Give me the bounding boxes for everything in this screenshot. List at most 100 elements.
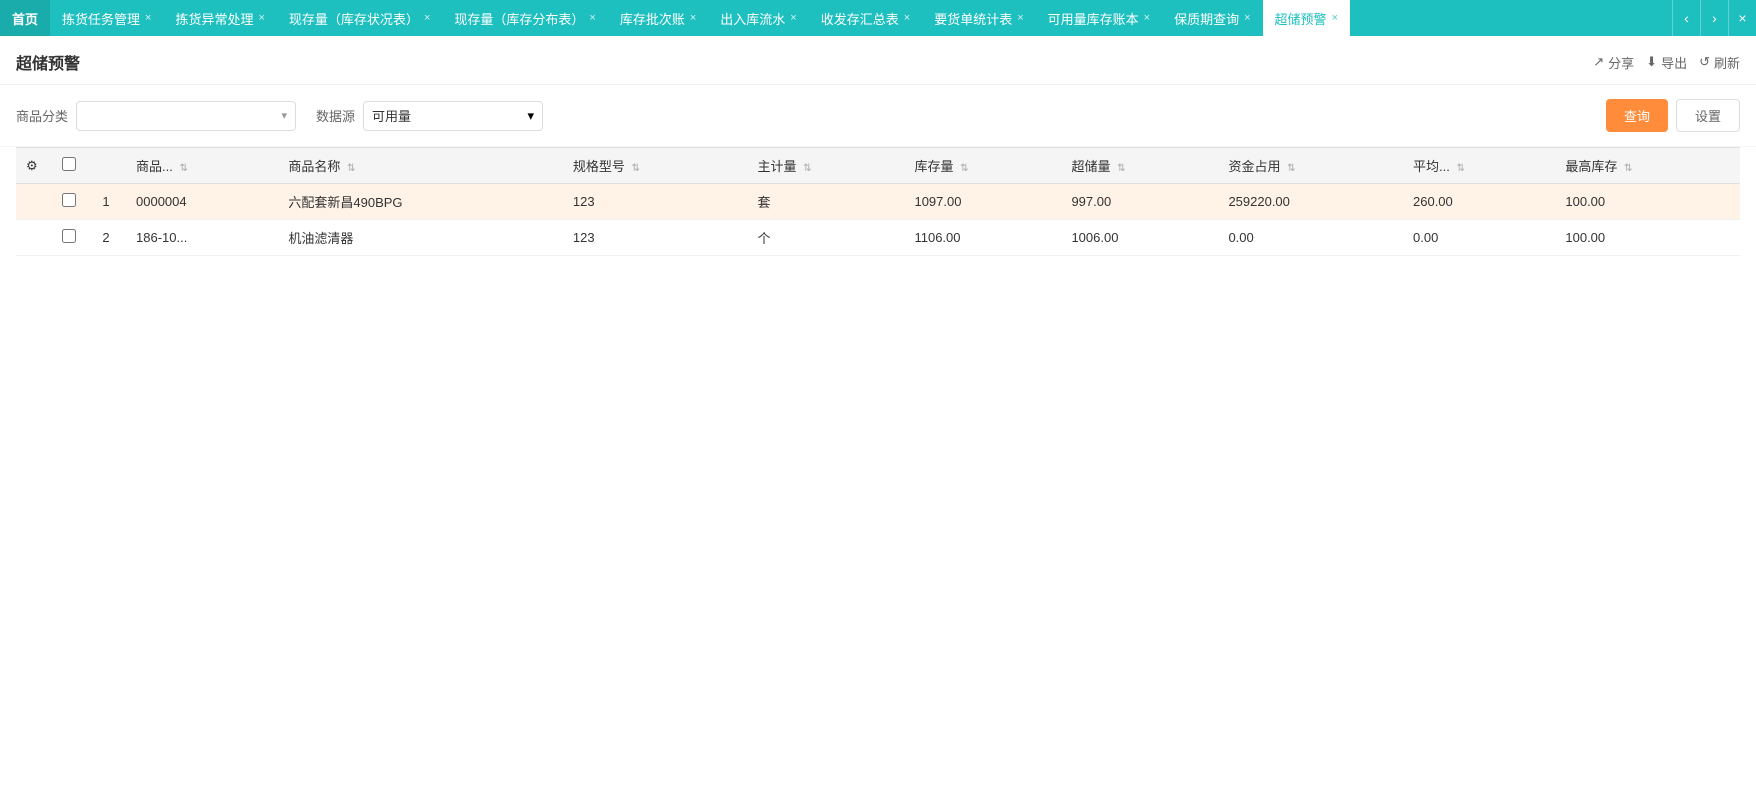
filter-actions: 查询 设置	[1606, 99, 1740, 132]
row-code-1: 186-10...	[126, 220, 278, 256]
table-row: 1 0000004 六配套新昌490BPG 123 套 1097.00 997.…	[16, 184, 1740, 220]
row-over-0: 997.00	[1061, 184, 1218, 220]
sort-stock-icon: ⇅	[960, 163, 968, 174]
col-settings: ⚙	[16, 148, 52, 184]
sort-over-icon: ⇅	[1117, 163, 1125, 174]
col-rownum	[86, 148, 126, 184]
category-select[interactable]: ▾	[76, 101, 296, 131]
col-avg[interactable]: 平均... ⇅	[1403, 148, 1555, 184]
row-settings-1	[16, 220, 52, 256]
category-label: 商品分类	[16, 106, 68, 125]
col-stock[interactable]: 库存量 ⇅	[904, 148, 1061, 184]
nav-close-summary[interactable]: ×	[904, 12, 910, 24]
row-settings-0	[16, 184, 52, 220]
nav-item-avail[interactable]: 可用量库存账本 ×	[1036, 0, 1162, 36]
sort-code-icon: ⇅	[179, 163, 187, 174]
nav-item-home[interactable]: 首页	[0, 0, 50, 36]
settings-icon[interactable]: ⚙	[26, 158, 38, 173]
nav-close-exception[interactable]: ×	[258, 12, 264, 24]
export-action[interactable]: ⬇ 导出	[1646, 53, 1687, 72]
settings-button[interactable]: 设置	[1676, 99, 1740, 132]
col-spec[interactable]: 规格型号 ⇅	[563, 148, 748, 184]
row-name-0: 六配套新昌490BPG	[278, 184, 563, 220]
table-header: ⚙ 商品... ⇅ 商品名称 ⇅ 规格型号 ⇅ 主计量 ⇅ 库存量 ⇅ 超储量 …	[16, 148, 1740, 184]
row-avg-0: 260.00	[1403, 184, 1555, 220]
row-unit-0: 套	[747, 184, 904, 220]
nav-item-inventory-dist[interactable]: 现存量（库存分布表） ×	[442, 0, 607, 36]
select-all-checkbox[interactable]	[62, 157, 76, 171]
sort-unit-icon: ⇅	[803, 163, 811, 174]
row-stock-1: 1106.00	[904, 220, 1061, 256]
row-over-1: 1006.00	[1061, 220, 1218, 256]
nav-close-batch[interactable]: ×	[690, 12, 696, 24]
row-checkbox-cell-0	[52, 184, 86, 220]
row-num-1: 2	[86, 220, 126, 256]
nav-close-inventory-dist[interactable]: ×	[589, 12, 595, 24]
page-title: 超储预警	[16, 50, 80, 74]
table-row: 2 186-10... 机油滤清器 123 个 1106.00 1006.00 …	[16, 220, 1740, 256]
nav-arrow-close[interactable]: ×	[1728, 0, 1756, 36]
nav-close-inventory-status[interactable]: ×	[424, 12, 430, 24]
row-checkbox-1[interactable]	[62, 229, 76, 243]
nav-item-inventory-status[interactable]: 现存量（库存状况表） ×	[277, 0, 442, 36]
col-capital[interactable]: 资金占用 ⇅	[1218, 148, 1403, 184]
row-capital-0: 259220.00	[1218, 184, 1403, 220]
row-checkbox-cell-1	[52, 220, 86, 256]
page-header: 超储预警 ↗ 分享 ⬇ 导出 ↺ 刷新	[0, 36, 1756, 85]
datasource-label: 数据源	[316, 106, 355, 125]
col-name[interactable]: 商品名称 ⇅	[278, 148, 563, 184]
row-max-0: 100.00	[1555, 184, 1740, 220]
share-label: 分享	[1608, 53, 1634, 72]
nav-item-summary[interactable]: 收发存汇总表 ×	[809, 0, 922, 36]
nav-close-overstock[interactable]: ×	[1332, 12, 1338, 24]
nav-item-inout[interactable]: 出入库流水 ×	[708, 0, 808, 36]
row-max-1: 100.00	[1555, 220, 1740, 256]
row-unit-1: 个	[747, 220, 904, 256]
row-avg-1: 0.00	[1403, 220, 1555, 256]
nav-item-task[interactable]: 拣货任务管理 ×	[50, 0, 163, 36]
share-action[interactable]: ↗ 分享	[1593, 53, 1634, 72]
nav-arrow-left[interactable]: ‹	[1672, 0, 1700, 36]
row-stock-0: 1097.00	[904, 184, 1061, 220]
sort-name-icon: ⇅	[347, 163, 355, 174]
col-over[interactable]: 超储量 ⇅	[1061, 148, 1218, 184]
row-name-1: 机油滤清器	[278, 220, 563, 256]
page-content: 超储预警 ↗ 分享 ⬇ 导出 ↺ 刷新 商品分类 ▾ 数据源	[0, 36, 1756, 800]
header-actions: ↗ 分享 ⬇ 导出 ↺ 刷新	[1593, 53, 1740, 72]
query-button[interactable]: 查询	[1606, 99, 1668, 132]
nav-item-expiry[interactable]: 保质期查询 ×	[1162, 0, 1262, 36]
nav-close-expiry[interactable]: ×	[1244, 12, 1250, 24]
category-arrow-icon: ▾	[281, 109, 287, 122]
nav-item-batch[interactable]: 库存批次账 ×	[608, 0, 708, 36]
nav-item-overstock[interactable]: 超储预警 ×	[1263, 0, 1350, 36]
datasource-filter: 数据源 可用量 ▾	[316, 101, 543, 131]
row-spec-1: 123	[563, 220, 748, 256]
header-row: ⚙ 商品... ⇅ 商品名称 ⇅ 规格型号 ⇅ 主计量 ⇅ 库存量 ⇅ 超储量 …	[16, 148, 1740, 184]
col-unit[interactable]: 主计量 ⇅	[747, 148, 904, 184]
nav-arrow-right[interactable]: ›	[1700, 0, 1728, 36]
col-code[interactable]: 商品... ⇅	[126, 148, 278, 184]
category-filter: 商品分类 ▾	[16, 101, 296, 131]
row-capital-1: 0.00	[1218, 220, 1403, 256]
refresh-action[interactable]: ↺ 刷新	[1699, 53, 1740, 72]
row-code-0: 0000004	[126, 184, 278, 220]
nav-item-order-stat[interactable]: 要货单统计表 ×	[922, 0, 1035, 36]
nav-close-task[interactable]: ×	[145, 12, 151, 24]
data-table: ⚙ 商品... ⇅ 商品名称 ⇅ 规格型号 ⇅ 主计量 ⇅ 库存量 ⇅ 超储量 …	[16, 147, 1740, 256]
row-spec-0: 123	[563, 184, 748, 220]
share-icon: ↗	[1593, 54, 1604, 70]
nav-item-exception[interactable]: 拣货异常处理 ×	[163, 0, 276, 36]
col-max[interactable]: 最高库存 ⇅	[1555, 148, 1740, 184]
sort-spec-icon: ⇅	[632, 163, 640, 174]
filter-area: 商品分类 ▾ 数据源 可用量 ▾ 查询 设置	[0, 85, 1756, 147]
nav-close-inout[interactable]: ×	[790, 12, 796, 24]
row-checkbox-0[interactable]	[62, 193, 76, 207]
table-area: ⚙ 商品... ⇅ 商品名称 ⇅ 规格型号 ⇅ 主计量 ⇅ 库存量 ⇅ 超储量 …	[0, 147, 1756, 256]
nav-close-order-stat[interactable]: ×	[1017, 12, 1023, 24]
datasource-value: 可用量	[372, 106, 411, 125]
nav-close-avail[interactable]: ×	[1144, 12, 1150, 24]
datasource-select[interactable]: 可用量 ▾	[363, 101, 543, 131]
table-body: 1 0000004 六配套新昌490BPG 123 套 1097.00 997.…	[16, 184, 1740, 256]
sort-avg-icon: ⇅	[1456, 163, 1464, 174]
refresh-icon: ↺	[1699, 54, 1710, 70]
